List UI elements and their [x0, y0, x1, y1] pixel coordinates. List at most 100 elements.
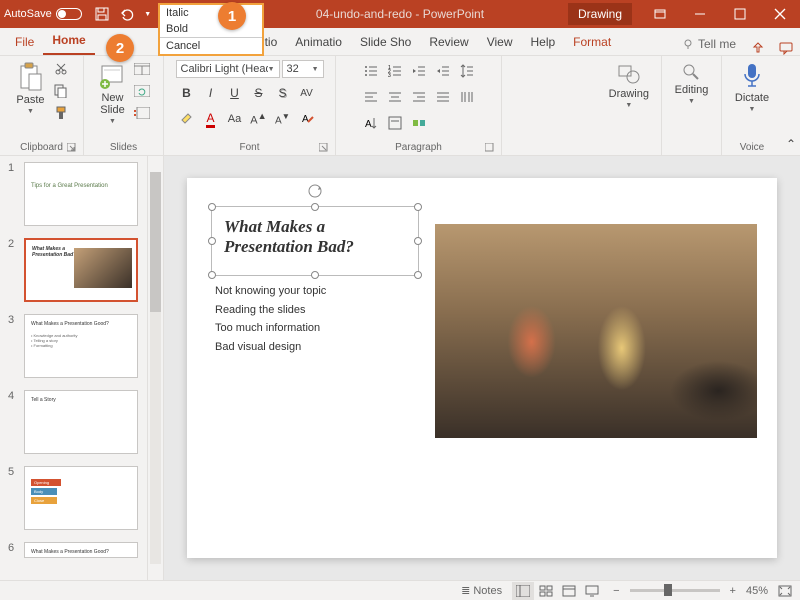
zoom-knob[interactable]	[664, 584, 672, 596]
reset-button[interactable]	[132, 82, 152, 100]
resize-handle[interactable]	[414, 271, 422, 279]
resize-handle[interactable]	[311, 271, 319, 279]
resize-handle[interactable]	[208, 237, 216, 245]
align-text-button[interactable]	[384, 112, 406, 134]
undo-dropdown-button[interactable]: ▼	[142, 2, 154, 26]
toggle-off-icon[interactable]	[56, 8, 82, 20]
italic-button[interactable]: I	[200, 82, 222, 104]
slide-canvas[interactable]: What Makes a Presentation Bad? Not knowi…	[164, 156, 800, 580]
change-case-button[interactable]: Aa	[224, 108, 246, 130]
thumbnail-1[interactable]: Tips for a Great Presentation	[24, 162, 138, 226]
align-right-button[interactable]	[408, 86, 430, 108]
undo-history-dropdown[interactable]: Italic Bold Cancel	[158, 3, 264, 56]
shadow-button[interactable]: S	[272, 82, 294, 104]
mode-badge[interactable]: Drawing	[568, 3, 632, 25]
align-center-button[interactable]	[384, 86, 406, 108]
increase-font-button[interactable]: A▲	[248, 108, 270, 130]
maximize-button[interactable]	[720, 0, 760, 28]
fit-to-window-button[interactable]	[778, 585, 792, 597]
underline-button[interactable]: U	[224, 82, 246, 104]
decrease-font-button[interactable]: A▼	[272, 108, 294, 130]
copy-button[interactable]	[51, 82, 71, 100]
autosave-toggle[interactable]: AutoSave	[4, 8, 82, 20]
minimize-button[interactable]	[680, 0, 720, 28]
highlight-button[interactable]	[176, 108, 198, 130]
smartart-button[interactable]	[408, 112, 430, 134]
resize-handle[interactable]	[414, 237, 422, 245]
dialog-launcher-icon[interactable]	[485, 143, 495, 153]
justify-button[interactable]	[432, 86, 454, 108]
ribbon-display-button[interactable]	[640, 0, 680, 28]
rotate-handle[interactable]	[307, 183, 323, 199]
tab-help[interactable]: Help	[521, 29, 564, 55]
tab-review[interactable]: Review	[420, 29, 477, 55]
cut-button[interactable]	[51, 60, 71, 78]
close-button[interactable]	[760, 0, 800, 28]
body-text[interactable]: Not knowing your topic Reading the slide…	[215, 282, 326, 357]
zoom-level[interactable]: 45%	[746, 585, 768, 597]
thumbnail-2[interactable]: What Makes aPresentation Bad?	[24, 238, 138, 302]
clear-formatting-button[interactable]: A	[296, 108, 318, 130]
new-slide-button[interactable]: New Slide ▼	[96, 60, 130, 127]
zoom-in-button[interactable]: +	[730, 585, 736, 597]
tab-slideshow[interactable]: Slide Sho	[351, 29, 420, 55]
resize-handle[interactable]	[208, 203, 216, 211]
scrollbar-handle[interactable]	[150, 172, 161, 312]
increase-indent-button[interactable]	[432, 60, 454, 82]
text-direction-button[interactable]: A	[360, 112, 382, 134]
bullets-button[interactable]	[360, 60, 382, 82]
resize-handle[interactable]	[208, 271, 216, 279]
strikethrough-button[interactable]: S	[248, 82, 270, 104]
undo-button[interactable]	[116, 2, 140, 26]
thumbnail-3[interactable]: What Makes a Presentation Good?• Knowled…	[24, 314, 138, 378]
tab-format[interactable]: Format	[564, 29, 620, 55]
dialog-launcher-icon[interactable]	[67, 143, 77, 153]
comments-button[interactable]	[772, 41, 800, 55]
tab-home[interactable]: Home	[43, 27, 94, 55]
format-painter-button[interactable]	[51, 104, 71, 122]
undo-cancel[interactable]: Cancel	[160, 37, 262, 54]
tab-view[interactable]: View	[478, 29, 522, 55]
normal-view-button[interactable]	[512, 582, 534, 600]
tell-me-search[interactable]: Tell me	[674, 33, 744, 55]
slideshow-view-button[interactable]	[581, 582, 603, 600]
sorter-view-button[interactable]	[535, 582, 557, 600]
numbering-button[interactable]: 123	[384, 60, 406, 82]
line-spacing-button[interactable]	[456, 60, 478, 82]
font-family-select[interactable]: Calibri Light (Headings▼	[176, 60, 280, 78]
section-button[interactable]	[132, 104, 152, 122]
collapse-ribbon-button[interactable]: ⌃	[786, 137, 796, 151]
undo-item-bold[interactable]: Bold	[160, 21, 262, 37]
thumbnail-5[interactable]: Opening Body Close	[24, 466, 138, 530]
save-button[interactable]	[90, 2, 114, 26]
columns-button[interactable]	[456, 86, 478, 108]
undo-item-italic[interactable]: Italic	[160, 5, 262, 21]
editing-button[interactable]: Editing▼	[671, 60, 713, 107]
share-button[interactable]	[744, 41, 772, 55]
layout-button[interactable]	[132, 60, 152, 78]
paste-button[interactable]: Paste ▼	[12, 60, 48, 117]
zoom-out-button[interactable]: −	[613, 585, 619, 597]
tab-file[interactable]: File	[6, 29, 43, 55]
thumbnail-4[interactable]: Tell a Story	[24, 390, 138, 454]
resize-handle[interactable]	[414, 203, 422, 211]
notes-button[interactable]: ≣Notes	[461, 584, 502, 597]
drawing-button[interactable]: Drawing▼	[605, 60, 653, 111]
bold-button[interactable]: B	[176, 82, 198, 104]
character-spacing-button[interactable]: AV	[296, 82, 318, 104]
slide-image[interactable]	[435, 224, 757, 438]
tab-animations[interactable]: Animatio	[286, 29, 351, 55]
decrease-indent-button[interactable]	[408, 60, 430, 82]
align-left-button[interactable]	[360, 86, 382, 108]
dictate-button[interactable]: Dictate▼	[731, 60, 773, 115]
thumbnail-6[interactable]: What Makes a Presentation Good?	[24, 542, 138, 558]
zoom-slider[interactable]	[630, 589, 720, 592]
resize-handle[interactable]	[311, 203, 319, 211]
thumbnail-scrollbar[interactable]	[148, 156, 164, 580]
title-text[interactable]: What Makes a Presentation Bad?	[212, 207, 418, 266]
reading-view-button[interactable]	[558, 582, 580, 600]
font-size-select[interactable]: 32▼	[282, 60, 324, 78]
dialog-launcher-icon[interactable]	[319, 143, 329, 153]
font-color-button[interactable]: A	[200, 108, 222, 130]
title-textbox[interactable]: What Makes a Presentation Bad?	[211, 206, 419, 276]
